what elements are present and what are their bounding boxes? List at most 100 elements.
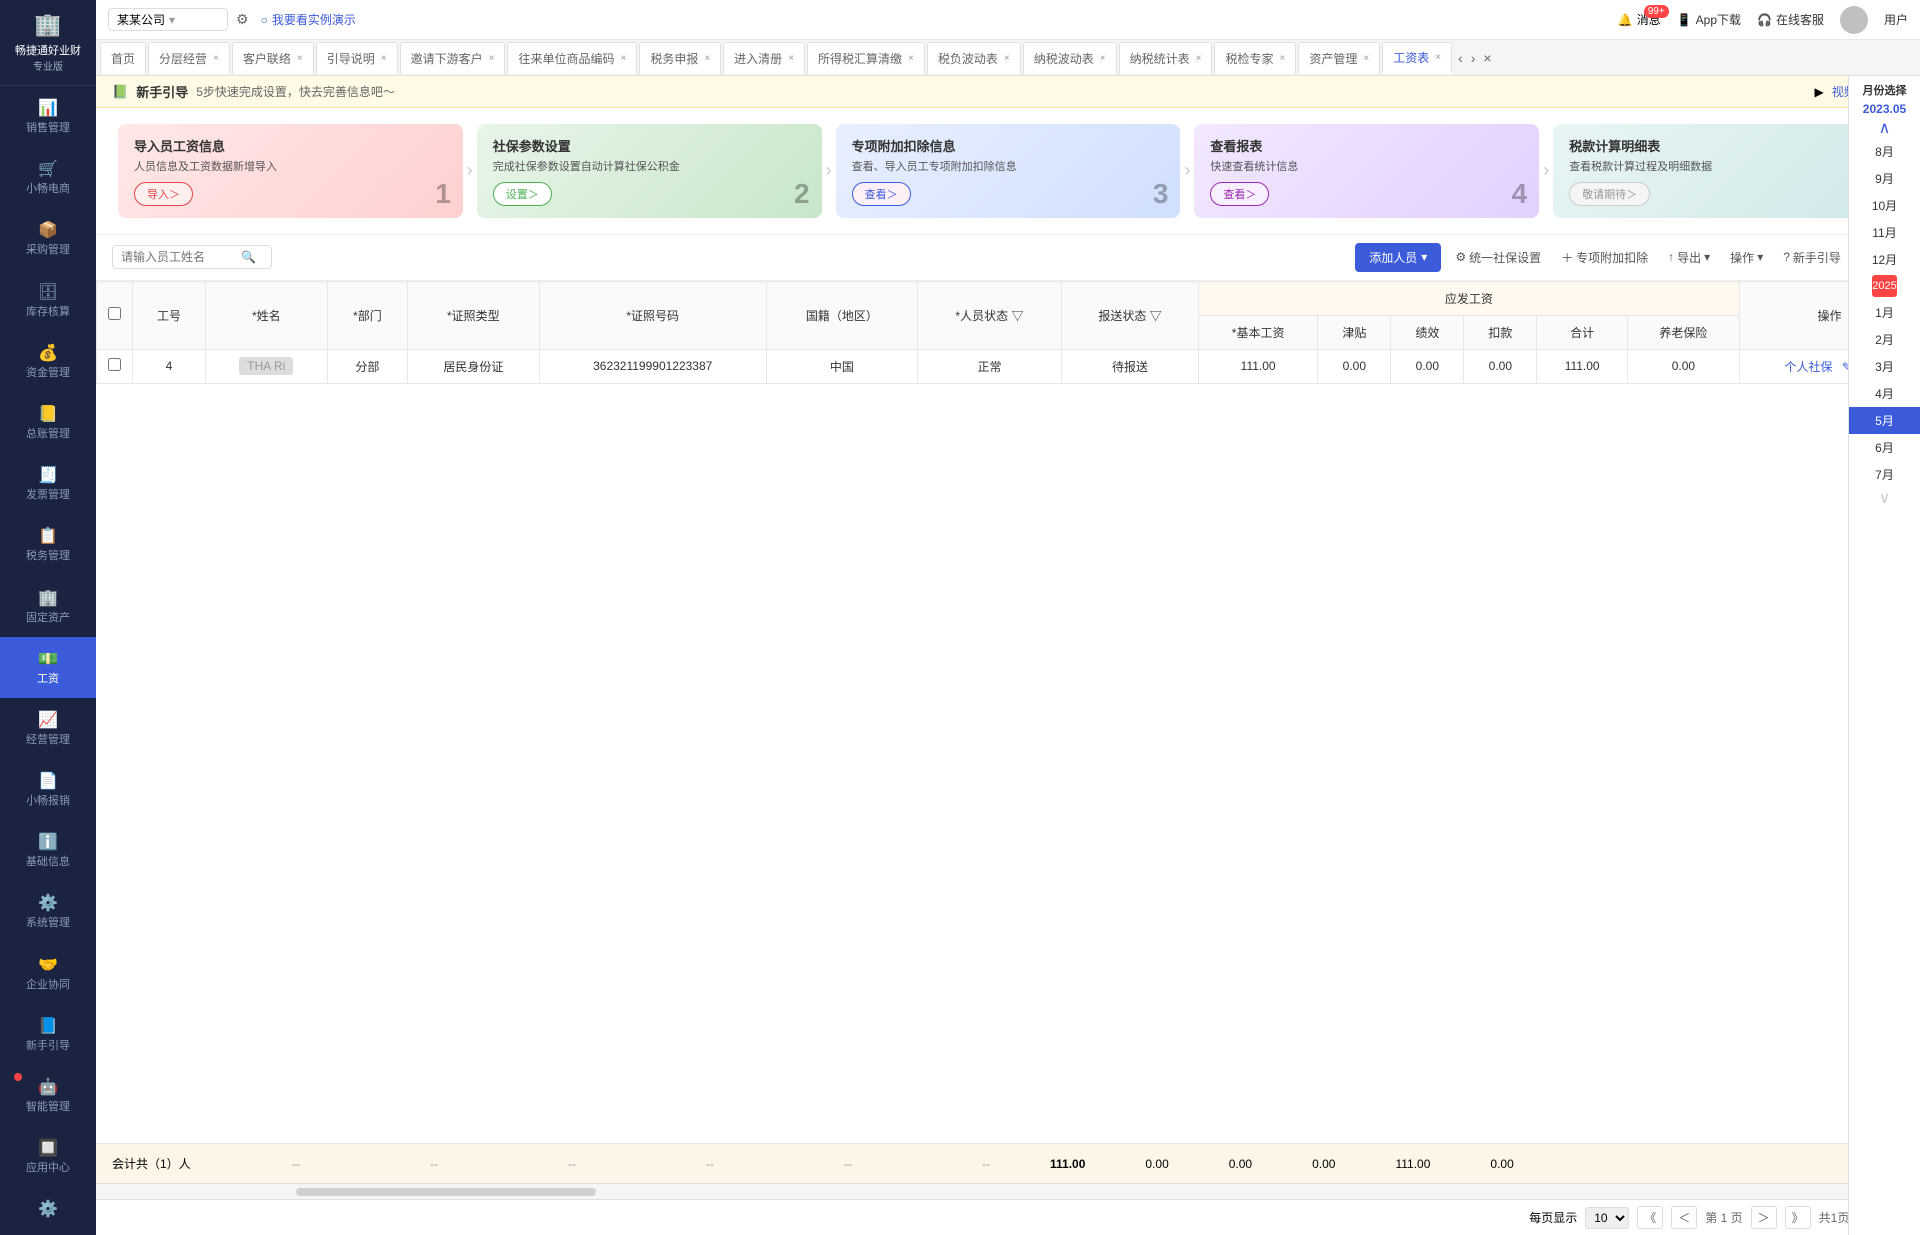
month-item-4[interactable]: 4月 (1849, 380, 1920, 407)
month-panel-year[interactable]: 2023.05 (1861, 100, 1908, 118)
tab-close-icon[interactable]: × (908, 53, 914, 64)
filter-icon[interactable]: ▽ (1011, 309, 1023, 323)
tab-tax-stat[interactable]: 纳税统计表× (1119, 42, 1213, 74)
tab-close-icon[interactable]: × (620, 53, 626, 64)
add-employee-button[interactable]: 添加人员 ▾ (1355, 243, 1441, 272)
avatar[interactable] (1840, 6, 1868, 34)
tab-prev-btn[interactable]: ‹ (1454, 50, 1467, 66)
tab-home[interactable]: 首页 (100, 42, 146, 74)
tab-close-icon[interactable]: × (489, 53, 495, 64)
tab-close-icon[interactable]: × (1004, 53, 1010, 64)
company-selector[interactable]: 某某公司 ▾ (108, 8, 228, 31)
month-item-2[interactable]: 2月 (1849, 326, 1920, 353)
tab-customer[interactable]: 客户联络× (232, 42, 314, 74)
prev-page-btn[interactable]: ＜ (1671, 1206, 1697, 1229)
sidebar-item-salary[interactable]: 💵 工资 (0, 637, 96, 698)
tab-close-icon[interactable]: × (213, 53, 219, 64)
tab-close-icon[interactable]: × (297, 53, 303, 64)
sidebar-item-management-label: 经营管理 (26, 734, 70, 747)
month-panel-down-btn[interactable]: ∨ (1879, 488, 1891, 508)
tab-qingce[interactable]: 进入清册× (723, 42, 805, 74)
tab-close-icon[interactable]: × (381, 53, 387, 64)
export-btn[interactable]: ↑ 导出 ▾ (1662, 245, 1716, 270)
tab-close-icon[interactable]: × (704, 53, 710, 64)
month-panel-up-btn[interactable]: ∧ (1879, 118, 1891, 138)
tab-guide-desc[interactable]: 引导说明× (316, 42, 398, 74)
step-1-btn[interactable]: 导入＞ (134, 182, 193, 206)
month-item-3[interactable]: 3月 (1849, 353, 1920, 380)
step-4-btn[interactable]: 查看＞ (1210, 182, 1269, 206)
sidebar-item-basic[interactable]: ℹ️ 基础信息 (0, 820, 96, 881)
sidebar-item-appcenter[interactable]: 🔲 应用中心 (0, 1126, 96, 1187)
tab-tax-wave[interactable]: 纳税波动表× (1023, 42, 1117, 74)
month-item-12[interactable]: 12月 (1849, 246, 1920, 273)
month-year-2025[interactable]: 2025 (1872, 275, 1896, 297)
tab-tax-burden[interactable]: 税负波动表× (927, 42, 1021, 74)
row-checkbox[interactable] (108, 358, 121, 371)
filter-send-icon[interactable]: ▽ (1150, 309, 1162, 323)
sidebar-item-system[interactable]: ⚙️ 系统管理 (0, 881, 96, 942)
service-button[interactable]: 🎧 在线客服 (1757, 11, 1824, 28)
sidebar-item-assets[interactable]: 🏢 固定资产 (0, 576, 96, 637)
month-item-8[interactable]: 8月 (1849, 138, 1920, 165)
tab-close-icon[interactable]: × (1363, 53, 1369, 64)
sidebar-item-management[interactable]: 📈 经营管理 (0, 698, 96, 759)
sidebar-item-sales[interactable]: 📊 销售管理 (0, 86, 96, 147)
tab-asset-manage[interactable]: 资产管理× (1298, 42, 1380, 74)
tab-product-code[interactable]: 往来单位商品编码× (507, 42, 637, 74)
app-download-button[interactable]: 📱 App下载 (1677, 11, 1741, 28)
sidebar-item-tax[interactable]: 📋 税务管理 (0, 514, 96, 575)
month-item-11[interactable]: 11月 (1849, 219, 1920, 246)
sidebar-item-ledger[interactable]: 📒 总账管理 (0, 392, 96, 453)
sidebar-item-guide[interactable]: 📘 新手引导 (0, 1004, 96, 1065)
tab-close-icon[interactable]: × (1100, 53, 1106, 64)
scrollbar-thumb[interactable] (296, 1188, 596, 1196)
special-deduction-btn[interactable]: ＋ 专项附加扣除 (1555, 245, 1654, 270)
tab-tax-expert[interactable]: 税检专家× (1214, 42, 1296, 74)
search-input[interactable] (121, 250, 241, 264)
tab-close-icon[interactable]: × (788, 53, 794, 64)
step-5-btn[interactable]: 敬请期待＞ (1569, 182, 1650, 206)
operations-btn[interactable]: 操作 ▾ (1724, 245, 1769, 270)
tab-close-icon[interactable]: × (1279, 53, 1285, 64)
tab-salary-close-icon[interactable]: × (1435, 52, 1441, 63)
settings-gear-icon[interactable]: ⚙ (236, 11, 249, 28)
sidebar-item-purchase[interactable]: 📦 采购管理 (0, 208, 96, 269)
tab-salary[interactable]: 工资表× (1382, 42, 1452, 74)
next-page-btn[interactable]: ＞ (1751, 1206, 1777, 1229)
step-3-btn[interactable]: 查看＞ (852, 182, 911, 206)
tab-close-all-btn[interactable]: × (1479, 50, 1495, 66)
sidebar-item-ecommerce[interactable]: 🛒 小畅电商 (0, 147, 96, 208)
horizontal-scrollbar[interactable] (96, 1183, 1920, 1199)
row-personal-insurance-btn[interactable]: 个人社保 (1784, 360, 1832, 374)
last-page-btn[interactable]: 》 (1785, 1206, 1811, 1229)
tab-layered[interactable]: 分层经营× (148, 42, 230, 74)
unified-social-security-btn[interactable]: ⚙ 统一社保设置 (1449, 245, 1547, 270)
sidebar-item-ai[interactable]: 🤖 智能管理 (0, 1065, 96, 1126)
guide-btn[interactable]: ? 新手引导 (1777, 245, 1847, 270)
month-item-9[interactable]: 9月 (1849, 165, 1920, 192)
month-item-6[interactable]: 6月 (1849, 434, 1920, 461)
tab-tax-report[interactable]: 税务申报× (639, 42, 721, 74)
sidebar-item-collab[interactable]: 🤝 企业协同 (0, 943, 96, 1004)
month-item-10[interactable]: 10月 (1849, 192, 1920, 219)
per-page-select[interactable]: 10 20 50 (1585, 1207, 1629, 1229)
tab-invite[interactable]: 邀请下游客户× (400, 42, 506, 74)
sidebar-item-invoice[interactable]: 🧾 发票管理 (0, 453, 96, 514)
tab-income-tax[interactable]: 所得税汇算清缴× (807, 42, 925, 74)
sidebar-item-settings[interactable]: ⚙️ (0, 1187, 96, 1235)
sidebar-item-expense[interactable]: 📄 小畅报销 (0, 759, 96, 820)
first-page-btn[interactable]: 《 (1637, 1206, 1663, 1229)
username[interactable]: 用户 (1884, 11, 1908, 28)
month-item-5[interactable]: 5月 (1849, 407, 1920, 434)
message-button[interactable]: 🔔 消息 99+ (1618, 11, 1661, 28)
step-2-btn[interactable]: 设置＞ (493, 182, 552, 206)
demo-link[interactable]: ○ 我要看实例演示 (261, 11, 356, 28)
sidebar-item-finance[interactable]: 💰 资金管理 (0, 331, 96, 392)
select-all-checkbox[interactable] (108, 307, 121, 320)
sidebar-item-inventory[interactable]: 🗄 库存核算 (0, 270, 96, 331)
month-item-7[interactable]: 7月 (1849, 461, 1920, 488)
tab-close-icon[interactable]: × (1196, 53, 1202, 64)
month-item-1[interactable]: 1月 (1849, 299, 1920, 326)
tab-next-btn[interactable]: › (1467, 50, 1480, 66)
